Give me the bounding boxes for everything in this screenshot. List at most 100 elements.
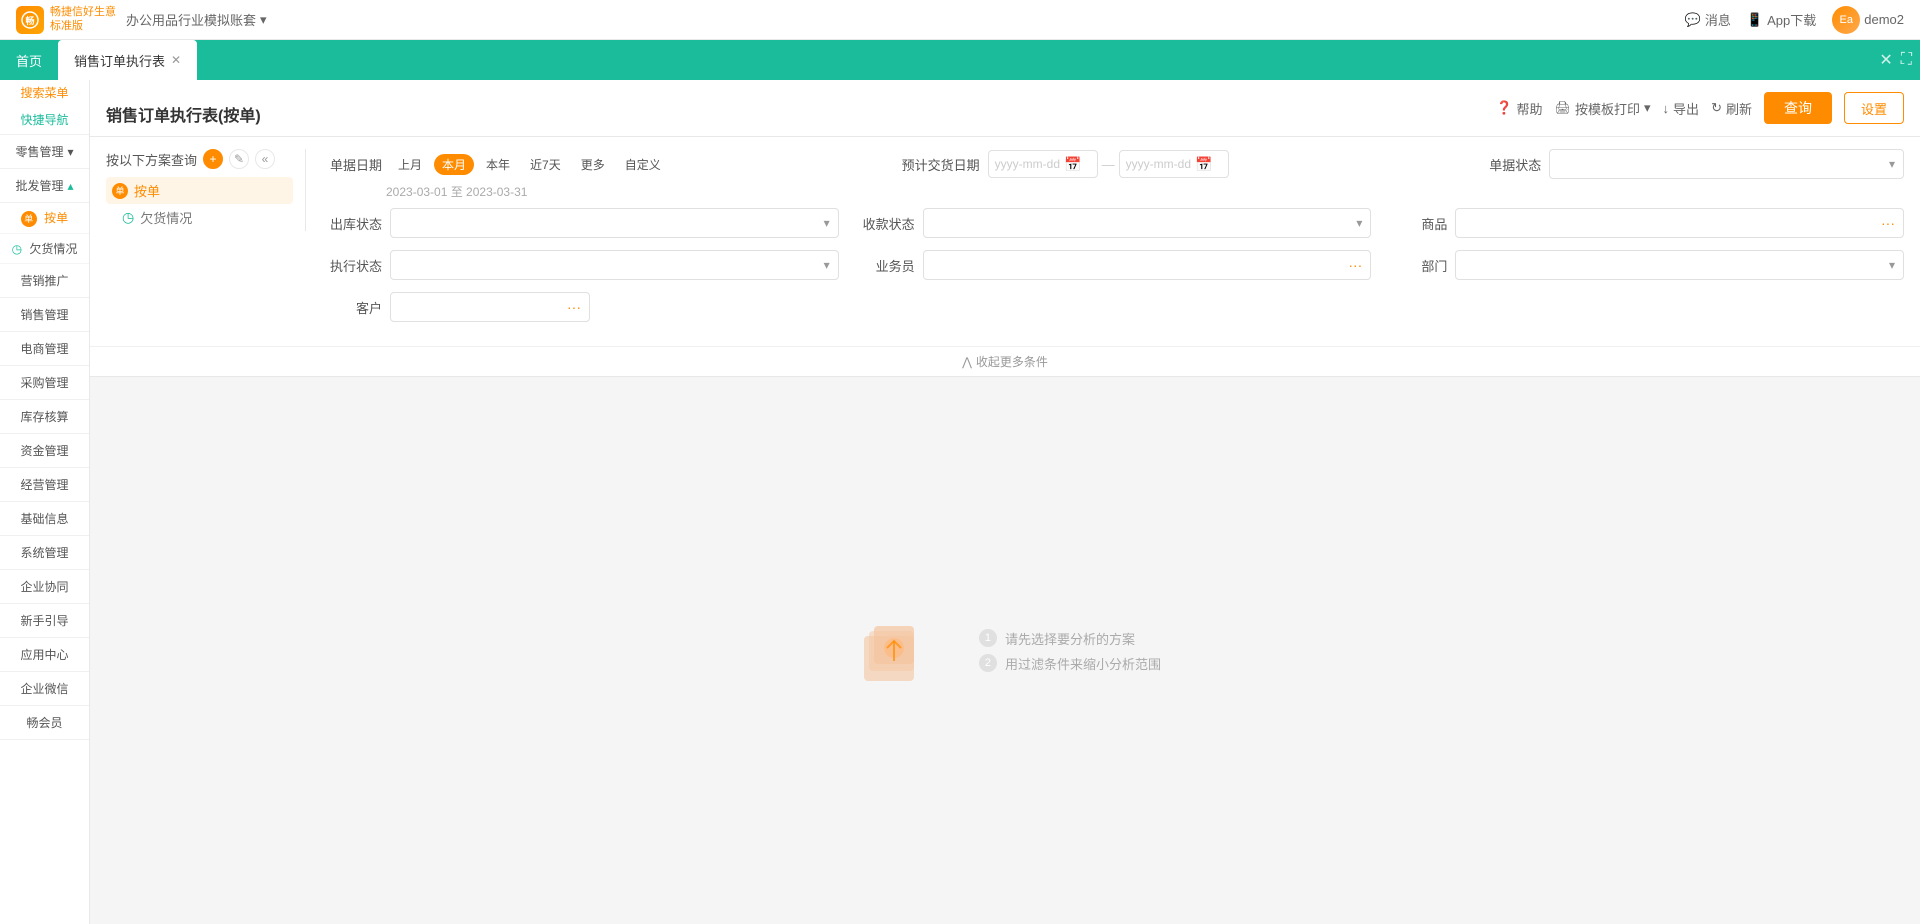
- sidebar-item-operations[interactable]: 经营管理: [0, 468, 89, 502]
- sidebar-item-ecommerce[interactable]: 电商管理: [0, 332, 89, 366]
- salesperson-select[interactable]: ···: [923, 250, 1372, 280]
- date-tag-last-month[interactable]: 上月: [390, 154, 430, 175]
- svg-text:畅: 畅: [25, 15, 34, 26]
- filter-panel: 按以下方案查询 + ✎ « 单 按单 ◷ 欠货情况: [90, 137, 1920, 377]
- status-select[interactable]: ▾: [1549, 149, 1904, 179]
- dept-select[interactable]: ▾: [1455, 250, 1904, 280]
- dept-chevron-icon: ▾: [1889, 258, 1895, 272]
- scheme-header: 按以下方案查询 + ✎ «: [106, 149, 293, 169]
- help-btn[interactable]: ❓ 帮助: [1496, 99, 1542, 118]
- sidebar-item-enterprise-label: 企业协同: [20, 578, 68, 595]
- date-tag-more[interactable]: 更多: [573, 154, 613, 175]
- scheme-edit-btn[interactable]: ✎: [229, 149, 249, 169]
- sidebar-item-wholesale[interactable]: 批发管理 ▴: [0, 169, 89, 203]
- sidebar-sub-item-by-order[interactable]: 单 按单: [0, 203, 89, 234]
- app-download-icon: 📱: [1747, 12, 1763, 28]
- scheme-add-btn[interactable]: +: [203, 149, 223, 169]
- sidebar-item-system-label: 系统管理: [20, 544, 68, 561]
- status-label: 单据状态: [1481, 155, 1541, 174]
- status-chevron-icon: ▾: [1889, 157, 1895, 171]
- payment-status-select[interactable]: ▾: [923, 208, 1372, 238]
- date-tag-this-year[interactable]: 本年: [478, 154, 518, 175]
- sidebar-sub-item-backorder[interactable]: ◷ 欠货情况: [0, 234, 89, 264]
- filter-top: 按以下方案查询 + ✎ « 单 按单 ◷ 欠货情况: [90, 137, 1920, 346]
- avatar: Ea: [1832, 6, 1860, 34]
- expected-date-from[interactable]: yyyy-mm-dd 📅: [988, 150, 1098, 178]
- execution-status-select[interactable]: ▾: [390, 250, 839, 280]
- date-tag-7days[interactable]: 近7天: [522, 154, 569, 175]
- sidebar-quick-nav[interactable]: 快捷导航: [0, 105, 89, 135]
- tab-close-window-icon[interactable]: ✕: [1879, 50, 1892, 70]
- print-icon: 🖨: [1554, 100, 1571, 116]
- goods-dots-icon[interactable]: ···: [1881, 215, 1895, 231]
- tab-expand-icon[interactable]: ⛶: [1901, 51, 1912, 69]
- tab-sales-order-label: 销售订单执行表: [74, 51, 165, 70]
- collapse-btn[interactable]: ⋀ 收起更多条件: [962, 353, 1048, 370]
- user-profile[interactable]: Ea demo2: [1832, 6, 1904, 34]
- scheme-item-backorder[interactable]: ◷ 欠货情况: [106, 204, 293, 231]
- delivery-status-select[interactable]: ▾: [390, 208, 839, 238]
- sidebar-item-purchase[interactable]: 采购管理: [0, 366, 89, 400]
- sidebar-item-member[interactable]: 畅会员: [0, 706, 89, 740]
- sidebar-item-basics[interactable]: 基础信息: [0, 502, 89, 536]
- salesperson-dots-icon[interactable]: ···: [1348, 257, 1362, 273]
- execution-status-label: 执行状态: [322, 256, 382, 275]
- app-download-label: App下载: [1767, 10, 1816, 29]
- sidebar-item-finance[interactable]: 资金管理: [0, 434, 89, 468]
- app-download-action[interactable]: 📱 App下载: [1747, 10, 1816, 29]
- sidebar-item-sales[interactable]: 销售管理: [0, 298, 89, 332]
- tab-close-icon[interactable]: ✕: [171, 53, 181, 67]
- empty-num-1: 1: [979, 629, 997, 647]
- refresh-btn[interactable]: ↻ 刷新: [1711, 99, 1752, 118]
- sidebar-search[interactable]: 搜索菜单: [0, 80, 89, 105]
- sidebar-item-system[interactable]: 系统管理: [0, 536, 89, 570]
- goods-select[interactable]: ···: [1455, 208, 1904, 238]
- expected-date-to[interactable]: yyyy-mm-dd 📅: [1119, 150, 1229, 178]
- sidebar-item-enterprise[interactable]: 企业协同: [0, 570, 89, 604]
- sidebar-item-wechat[interactable]: 企业微信: [0, 672, 89, 706]
- message-action[interactable]: 💬 消息: [1685, 10, 1731, 29]
- tab-sales-order[interactable]: 销售订单执行表 ✕: [58, 40, 197, 80]
- export-btn[interactable]: ↓ 导出: [1663, 99, 1700, 118]
- filter-row-1: 单据日期 上月 本月 本年 近7天 更多 自定义: [322, 149, 1904, 179]
- sidebar-item-appcenter[interactable]: 应用中心: [0, 638, 89, 672]
- sidebar-item-inventory[interactable]: 库存核算: [0, 400, 89, 434]
- customer-dots-icon[interactable]: ···: [567, 299, 581, 315]
- print-btn[interactable]: 🖨 按模板打印 ▾: [1554, 99, 1650, 118]
- sidebar-item-guide[interactable]: 新手引导: [0, 604, 89, 638]
- scheme-sub-label: 欠货情况: [140, 208, 192, 227]
- filter-row-2: 出库状态 ▾ 收款状态 ▾: [322, 208, 1904, 238]
- expected-date-label: 预计交货日期: [902, 155, 980, 174]
- date-tag-this-month[interactable]: 本月: [434, 154, 474, 175]
- filter-customer: 客户 ···: [322, 292, 844, 322]
- message-label: 消息: [1705, 10, 1731, 29]
- scheme-item-by-order[interactable]: 单 按单: [106, 177, 293, 204]
- sidebar-item-marketing[interactable]: 营销推广: [0, 264, 89, 298]
- filter-salesperson: 业务员 ···: [855, 250, 1372, 280]
- tab-home[interactable]: 首页: [0, 40, 58, 80]
- refresh-label: 刷新: [1726, 99, 1752, 118]
- filter-row-4: 客户 ···: [322, 292, 1904, 322]
- help-label: 帮助: [1516, 99, 1542, 118]
- sidebar-wholesale-arrow: ▴: [67, 179, 73, 193]
- settings-button[interactable]: 设置: [1844, 92, 1904, 124]
- scheme-collapse-btn[interactable]: «: [255, 149, 275, 169]
- sidebar: 搜索菜单 快捷导航 零售管理 ▾ 批发管理 ▴ 单 按单 ◷ 欠货情况 营销推广…: [0, 80, 90, 924]
- content-area: 销售订单执行表(按单) ❓ 帮助 🖨 按模板打印 ▾ ↓ 导出 ↻ 刷新: [90, 80, 1920, 924]
- sidebar-item-basics-label: 基础信息: [20, 510, 68, 527]
- sidebar-item-marketing-label: 营销推广: [20, 272, 68, 289]
- company-selector[interactable]: 办公用品行业模拟账套 ▾: [126, 10, 267, 29]
- sub-item-circle: 单: [21, 211, 37, 227]
- search-button[interactable]: 查询: [1764, 92, 1832, 124]
- empty-state: 1 请先选择要分析的方案 2 用过滤条件来缩小分析范围: [90, 377, 1920, 924]
- filter-row-3: 执行状态 ▾ 业务员 ···: [322, 250, 1904, 280]
- date-tag-custom[interactable]: 自定义: [617, 154, 669, 175]
- sidebar-item-retail[interactable]: 零售管理 ▾: [0, 135, 89, 169]
- top-header-right: 💬 消息 📱 App下载 Ea demo2: [1685, 6, 1904, 34]
- filter-execution-status: 执行状态 ▾: [322, 250, 839, 280]
- calendar-from-icon[interactable]: 📅: [1064, 156, 1081, 173]
- sidebar-item-appcenter-label: 应用中心: [20, 646, 68, 663]
- filter-expected-date: 预计交货日期 yyyy-mm-dd 📅 — yyyy-mm-dd 📅: [902, 150, 1466, 178]
- customer-select[interactable]: ···: [390, 292, 590, 322]
- calendar-to-icon[interactable]: 📅: [1195, 156, 1212, 173]
